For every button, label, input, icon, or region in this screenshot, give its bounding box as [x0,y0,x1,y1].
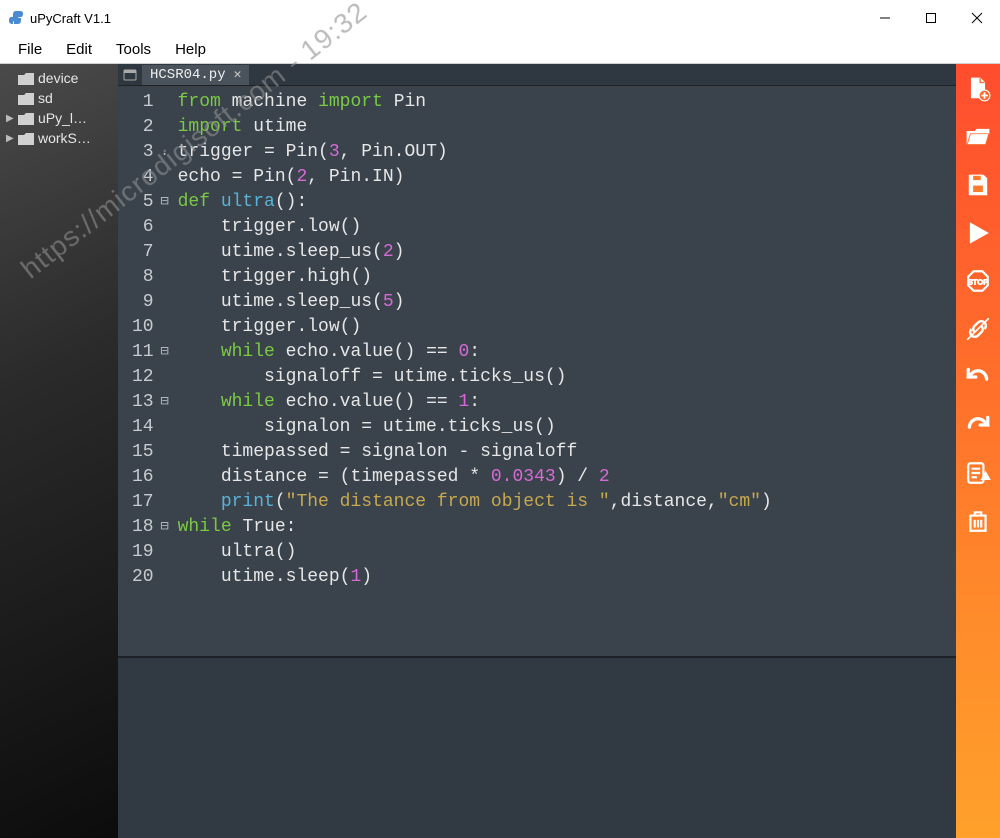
run-button[interactable] [963,218,993,248]
tree-item-upylib[interactable]: ▶ uPy_l… [0,108,118,128]
redo-button[interactable] [963,410,993,440]
tree-item-sd[interactable]: sd [0,88,118,108]
window-maximize-button[interactable] [908,0,954,36]
tree-item-label: device [38,70,78,86]
tree-item-label: workS… [38,130,91,146]
right-toolbar: STOP [956,64,1000,838]
new-file-button[interactable] [963,74,993,104]
titlebar: uPyCraft V1.1 [0,0,1000,36]
tree-item-label: sd [38,90,53,106]
stop-button[interactable]: STOP [963,266,993,296]
tab-filename: HCSR04.py [150,67,226,83]
menu-file[interactable]: File [8,39,52,60]
file-tree-sidebar: device sd ▶ uPy_l… ▶ workS… [0,64,118,838]
close-icon[interactable]: ✕ [234,67,242,82]
open-file-button[interactable] [963,122,993,152]
editor-area: HCSR04.py ✕ 1234567891011121314151617181… [118,64,956,838]
app-logo-icon [8,10,24,26]
fold-column: .⊟⊟⊟⊟ [160,86,176,656]
tree-item-device[interactable]: device [0,68,118,88]
folder-icon [18,92,34,104]
folder-icon [18,112,34,124]
folder-icon [18,72,34,84]
syntax-check-button[interactable] [963,458,993,488]
undo-button[interactable] [963,362,993,392]
folder-icon [18,132,34,144]
svg-text:STOP: STOP [968,277,989,286]
menu-help[interactable]: Help [165,39,216,60]
editor-tab[interactable]: HCSR04.py ✕ [142,65,250,85]
window-title: uPyCraft V1.1 [30,11,111,26]
code-text[interactable]: from machine import Pinimport utimetrigg… [176,86,772,656]
save-file-button[interactable] [963,170,993,200]
console-panel[interactable] [118,658,956,838]
line-number-gutter: 1234567891011121314151617181920 [118,86,160,656]
menubar: File Edit Tools Help [0,36,1000,64]
main-area: device sd ▶ uPy_l… ▶ workS… [0,64,1000,838]
editor-tabbar: HCSR04.py ✕ [118,64,956,86]
connect-button[interactable] [963,314,993,344]
menu-tools[interactable]: Tools [106,39,161,60]
window-minimize-button[interactable] [862,0,908,36]
tab-leading-icon [120,65,140,85]
tree-item-workspace[interactable]: ▶ workS… [0,128,118,148]
tree-arrow-icon: ▶ [6,133,14,144]
code-editor[interactable]: 1234567891011121314151617181920 .⊟⊟⊟⊟ fr… [118,86,956,658]
tree-arrow-icon: ▶ [6,113,14,124]
menu-edit[interactable]: Edit [56,39,102,60]
window-close-button[interactable] [954,0,1000,36]
tree-item-label: uPy_l… [38,110,87,126]
clear-button[interactable] [963,506,993,536]
